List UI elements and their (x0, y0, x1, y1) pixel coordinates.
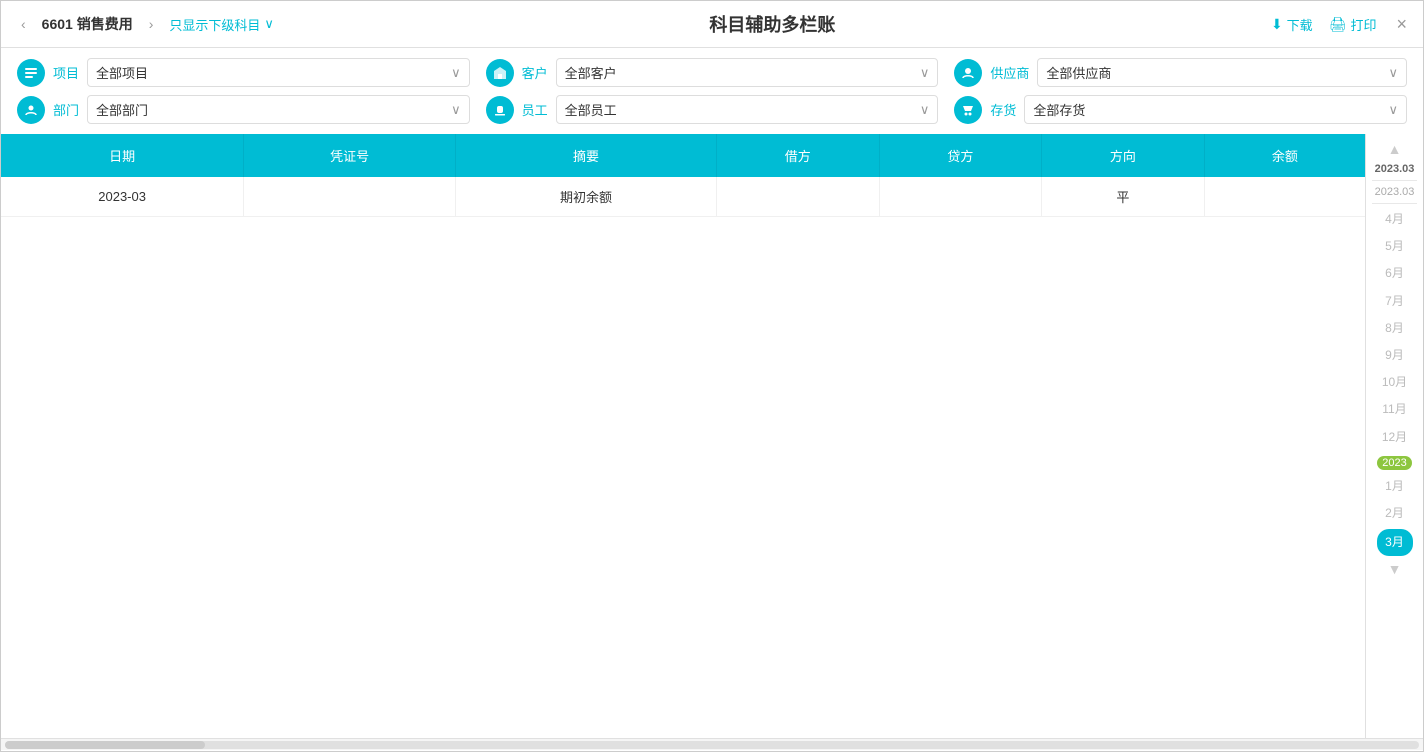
timeline-month-8[interactable]: 8月 (1366, 315, 1423, 342)
department-filter-row: 部门 全部部门 ∨ (17, 95, 470, 124)
timeline-month-6[interactable]: 6月 (1366, 260, 1423, 287)
supplier-dropdown-icon: ∨ (1388, 65, 1398, 81)
timeline-month-5[interactable]: 5月 (1366, 233, 1423, 260)
customer-label: 客户 (522, 63, 548, 82)
col-credit: 贷方 (879, 134, 1042, 177)
inventory-filter-row: 存货 全部存货 ∨ (954, 95, 1407, 124)
print-icon: 🖨 (1329, 16, 1347, 33)
timeline-year-badge[interactable]: 2023 (1377, 456, 1411, 470)
header-bar: ‹ 6601 销售费用 › 只显示下级科目 ∨ 科目辅助多栏账 ⬇ 下载 🖨 打… (1, 1, 1423, 48)
col-summary: 摘要 (456, 134, 717, 177)
table-row: 2023-03 期初余额 平 (1, 177, 1365, 217)
department-icon (17, 96, 45, 124)
timeline-divider-2 (1372, 203, 1418, 204)
timeline-month-9[interactable]: 9月 (1366, 342, 1423, 369)
inventory-label: 存货 (990, 100, 1016, 119)
col-balance: 余额 (1204, 134, 1365, 177)
customer-icon (486, 59, 514, 87)
show-sub-label: 只显示下级科目 (169, 15, 260, 34)
timeline-period-1[interactable]: 2023.03 (1366, 160, 1423, 178)
timeline-nav-up[interactable]: ▲ (1366, 138, 1423, 160)
cell-credit (879, 177, 1042, 217)
supplier-select[interactable]: 全部供应商 ∨ (1037, 58, 1407, 87)
inventory-dropdown-icon: ∨ (1388, 102, 1398, 118)
employee-filter-row: 员工 全部员工 ∨ (486, 95, 939, 124)
print-button[interactable]: 🖨 打印 (1329, 15, 1377, 34)
timeline-month-11[interactable]: 11月 (1366, 396, 1423, 423)
page-title: 科目辅助多栏账 (286, 11, 1259, 37)
timeline-month-12[interactable]: 12月 (1366, 424, 1423, 451)
project-dropdown-icon: ∨ (451, 65, 461, 81)
project-filter-row: 项目 全部项目 ∨ (17, 58, 470, 87)
ledger-table-area: 日期 凭证号 摘要 借方 贷方 方向 余额 2023-03 期初余额 (1, 134, 1365, 738)
customer-filter-row: 客户 全部客户 ∨ (486, 58, 939, 87)
project-label: 项目 (53, 63, 79, 82)
timeline-divider-1 (1372, 180, 1418, 181)
nav-next-button[interactable]: › (145, 14, 158, 34)
download-button[interactable]: ⬇ 下载 (1271, 15, 1313, 34)
col-date: 日期 (1, 134, 244, 177)
main-content-area: 日期 凭证号 摘要 借方 贷方 方向 余额 2023-03 期初余额 (1, 134, 1423, 738)
cell-date: 2023-03 (1, 177, 244, 217)
cell-debit (716, 177, 879, 217)
download-icon: ⬇ (1271, 16, 1283, 33)
timeline-month-10[interactable]: 10月 (1366, 369, 1423, 396)
table-body: 2023-03 期初余额 平 (1, 177, 1365, 217)
cell-summary: 期初余额 (456, 177, 717, 217)
supplier-filter-row: 供应商 全部供应商 ∨ (954, 58, 1407, 87)
filter-section: 项目 全部项目 ∨ 客户 全部客户 ∨ 供应商 全部供应商 ∨ (1, 48, 1423, 134)
timeline-panel: ▲ 2023.03 2023.03 4月 5月 6月 7月 8月 9月 10月 … (1365, 134, 1423, 738)
col-direction: 方向 (1042, 134, 1205, 177)
close-button[interactable]: × (1396, 14, 1407, 35)
nav-prev-button[interactable]: ‹ (17, 14, 30, 34)
project-icon (17, 59, 45, 87)
timeline-month-4[interactable]: 4月 (1366, 206, 1423, 233)
employee-select[interactable]: 全部员工 ∨ (556, 95, 939, 124)
col-voucher: 凭证号 (244, 134, 456, 177)
ledger-table: 日期 凭证号 摘要 借方 贷方 方向 余额 2023-03 期初余额 (1, 134, 1365, 217)
project-select[interactable]: 全部项目 ∨ (87, 58, 470, 87)
scroll-thumb[interactable] (5, 741, 205, 749)
department-dropdown-icon: ∨ (451, 102, 461, 118)
employee-icon (486, 96, 514, 124)
bottom-scrollbar[interactable] (1, 738, 1423, 750)
inventory-select[interactable]: 全部存货 ∨ (1024, 95, 1407, 124)
table-header: 日期 凭证号 摘要 借方 贷方 方向 余额 (1, 134, 1365, 177)
inventory-icon (954, 96, 982, 124)
timeline-month-3-active[interactable]: 3月 (1377, 529, 1413, 556)
timeline-period-2[interactable]: 2023.03 (1366, 183, 1423, 201)
customer-select[interactable]: 全部客户 ∨ (556, 58, 939, 87)
department-label: 部门 (53, 100, 79, 119)
supplier-label: 供应商 (990, 63, 1029, 82)
timeline-month-7[interactable]: 7月 (1366, 288, 1423, 315)
customer-dropdown-icon: ∨ (920, 65, 930, 81)
timeline-month-2[interactable]: 2月 (1366, 500, 1423, 527)
main-window: ‹ 6601 销售费用 › 只显示下级科目 ∨ 科目辅助多栏账 ⬇ 下载 🖨 打… (0, 0, 1424, 752)
cell-balance (1204, 177, 1365, 217)
action-buttons: ⬇ 下载 🖨 打印 (1271, 15, 1377, 34)
timeline-nav-down[interactable]: ▼ (1366, 558, 1423, 580)
show-sub-button[interactable]: 只显示下级科目 ∨ (169, 15, 274, 34)
scroll-track (5, 741, 1419, 749)
cell-direction: 平 (1042, 177, 1205, 217)
employee-label: 员工 (522, 100, 548, 119)
department-select[interactable]: 全部部门 ∨ (87, 95, 470, 124)
employee-dropdown-icon: ∨ (920, 102, 930, 118)
col-debit: 借方 (716, 134, 879, 177)
timeline-month-1[interactable]: 1月 (1366, 473, 1423, 500)
account-code: 6601 销售费用 (42, 14, 133, 34)
show-sub-arrow-icon: ∨ (264, 16, 274, 32)
supplier-icon (954, 59, 982, 87)
cell-voucher (244, 177, 456, 217)
